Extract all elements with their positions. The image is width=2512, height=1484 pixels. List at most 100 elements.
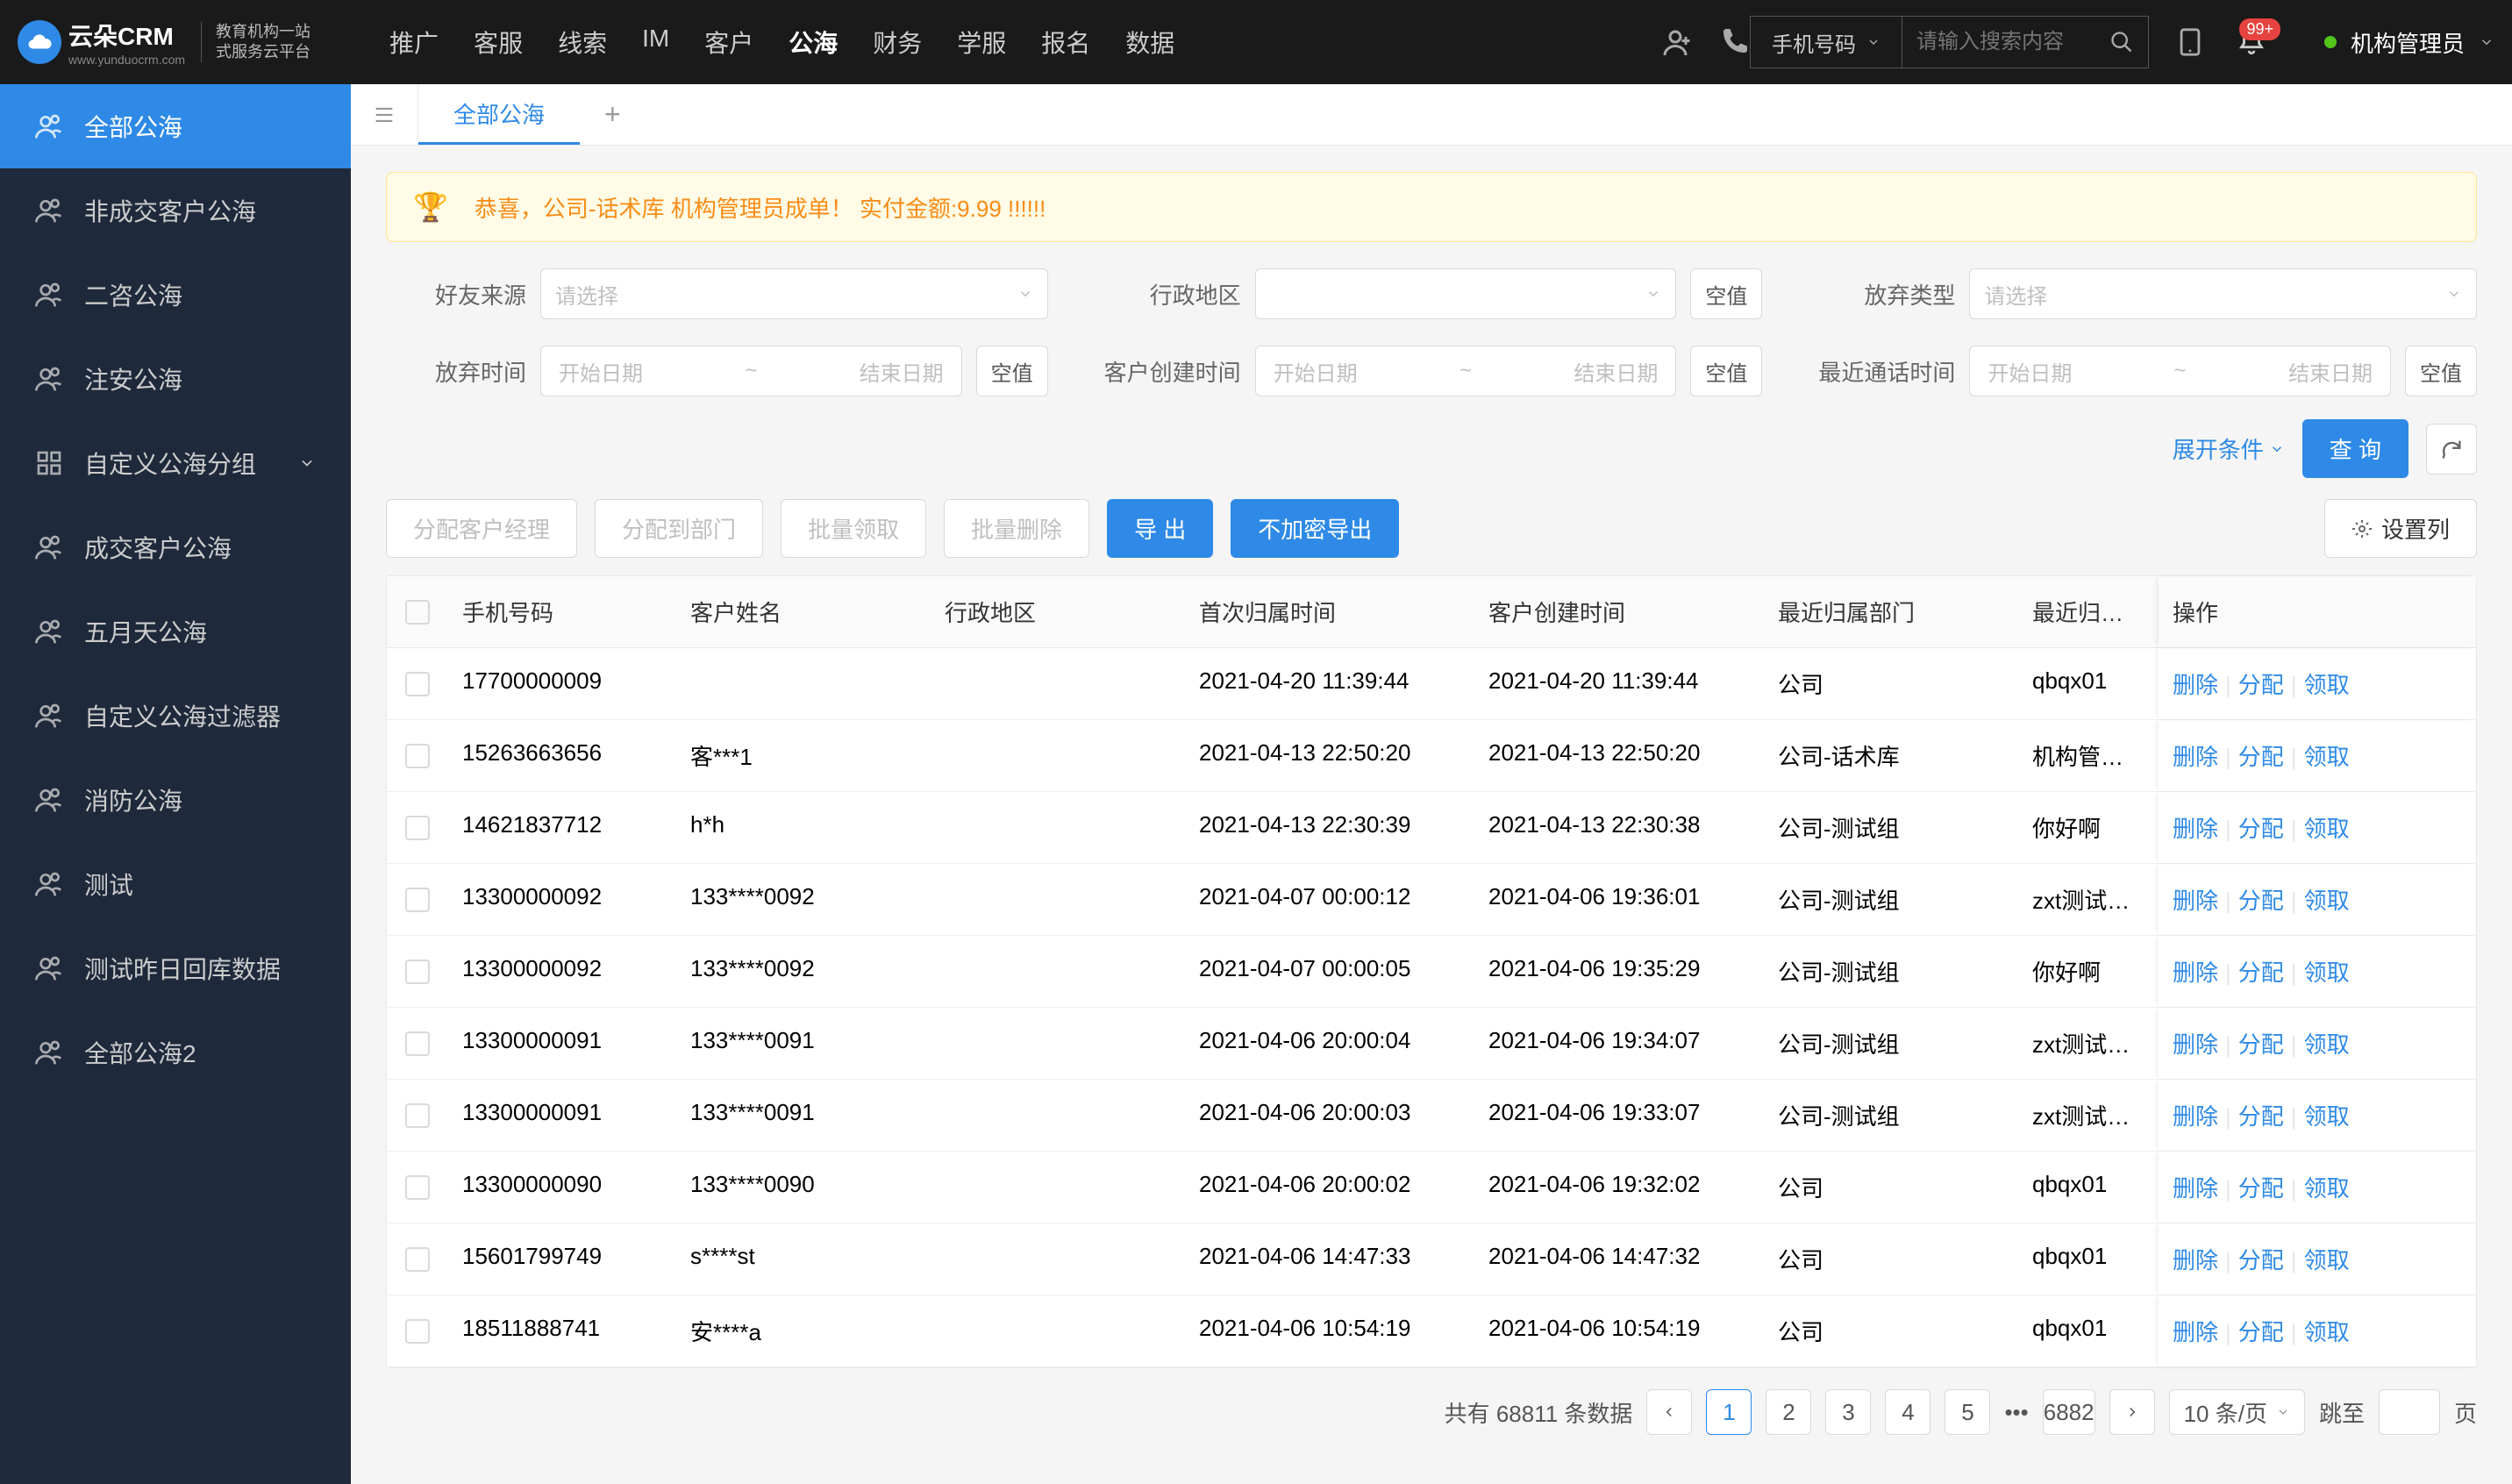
claim-link[interactable]: 领取 [2304,960,2350,986]
assign-manager-button[interactable]: 分配客户经理 [386,499,577,558]
delete-link[interactable]: 删除 [2173,960,2218,986]
row-checkbox[interactable] [405,744,430,768]
assign-link[interactable]: 分配 [2238,672,2284,698]
assign-link[interactable]: 分配 [2238,1103,2284,1130]
nav-item[interactable]: 报名 [1041,25,1090,60]
delete-link[interactable]: 删除 [2173,744,2218,770]
export-button[interactable]: 导 出 [1107,499,1213,558]
page-number[interactable]: 5 [1945,1389,1990,1435]
assign-link[interactable]: 分配 [2238,1247,2284,1274]
column-settings-button[interactable]: 设置列 [2324,499,2477,558]
tablet-icon[interactable] [2175,27,2205,57]
batch-delete-button[interactable]: 批量删除 [944,499,1089,558]
row-checkbox[interactable] [405,1103,430,1128]
assign-dept-button[interactable]: 分配到部门 [595,499,763,558]
tab-all-public[interactable]: 全部公海 [418,84,580,145]
sidebar-item[interactable]: 测试昨日回库数据 [0,926,351,1010]
export-raw-button[interactable]: 不加密导出 [1231,499,1399,558]
assign-link[interactable]: 分配 [2238,1031,2284,1058]
sidebar-item[interactable]: 消防公海 [0,758,351,842]
abandon-time-range[interactable]: 开始日期~结束日期 [540,346,962,396]
nav-item[interactable]: 财务 [873,25,922,60]
row-checkbox[interactable] [405,960,430,984]
delete-link[interactable]: 删除 [2173,1247,2218,1274]
query-button[interactable]: 查 询 [2302,419,2409,478]
claim-link[interactable]: 领取 [2304,672,2350,698]
add-user-icon[interactable] [1662,26,1694,58]
nav-item[interactable]: IM [642,25,669,60]
sidebar-item[interactable]: 全部公海2 [0,1010,351,1095]
delete-link[interactable]: 删除 [2173,1319,2218,1345]
delete-link[interactable]: 删除 [2173,888,2218,914]
page-number[interactable]: 3 [1825,1389,1871,1435]
assign-link[interactable]: 分配 [2238,1319,2284,1345]
create-time-range[interactable]: 开始日期~结束日期 [1255,346,1677,396]
claim-link[interactable]: 领取 [2304,1031,2350,1058]
sidebar-item[interactable]: 五月天公海 [0,589,351,674]
delete-link[interactable]: 删除 [2173,1103,2218,1130]
create-time-null-button[interactable]: 空值 [1690,346,1762,396]
call-time-range[interactable]: 开始日期~结束日期 [1969,346,2391,396]
call-time-null-button[interactable]: 空值 [2405,346,2477,396]
nav-item[interactable]: 客户 [704,25,753,60]
friend-source-select[interactable]: 请选择 [540,268,1048,319]
next-page-button[interactable] [2109,1389,2155,1435]
nav-item[interactable]: 推广 [389,25,439,60]
nav-item[interactable]: 公海 [789,25,838,60]
claim-link[interactable]: 领取 [2304,1103,2350,1130]
row-checkbox[interactable] [405,888,430,912]
logo[interactable]: 云朵CRM www.yunduocrm.com 教育机构一站 式服务云平台 [18,18,337,67]
delete-link[interactable]: 删除 [2173,672,2218,698]
assign-link[interactable]: 分配 [2238,816,2284,842]
notification-bell[interactable]: 99+ [2237,27,2266,57]
assign-link[interactable]: 分配 [2238,1175,2284,1202]
sidebar-item[interactable]: 二咨公海 [0,253,351,337]
claim-link[interactable]: 领取 [2304,744,2350,770]
delete-link[interactable]: 删除 [2173,816,2218,842]
claim-link[interactable]: 领取 [2304,1175,2350,1202]
claim-link[interactable]: 领取 [2304,888,2350,914]
user-menu[interactable]: 机构管理员 [2324,26,2494,59]
jump-page-input[interactable] [2379,1389,2440,1435]
sidebar-item[interactable]: 成交客户公海 [0,505,351,589]
row-checkbox[interactable] [405,1319,430,1344]
sidebar-item[interactable]: 非成交客户公海 [0,168,351,253]
phone-icon[interactable] [1718,26,1750,58]
page-size-select[interactable]: 10 条/页 [2169,1389,2305,1435]
prev-page-button[interactable] [1646,1389,1692,1435]
sidebar-item[interactable]: 全部公海 [0,84,351,168]
sidebar-item[interactable]: 自定义公海分组 [0,421,351,505]
abandon-time-null-button[interactable]: 空值 [976,346,1048,396]
search-type-select[interactable]: 手机号码 [1751,17,1902,68]
tabs-collapse-button[interactable] [351,84,418,145]
row-checkbox[interactable] [405,1031,430,1056]
nav-item[interactable]: 线索 [558,25,607,60]
sidebar-item[interactable]: 测试 [0,842,351,926]
delete-link[interactable]: 删除 [2173,1031,2218,1058]
search-button[interactable] [2095,30,2148,54]
nav-item[interactable]: 数据 [1125,25,1174,60]
tab-add-button[interactable]: + [580,98,646,131]
select-all-checkbox[interactable] [405,600,430,624]
assign-link[interactable]: 分配 [2238,744,2284,770]
assign-link[interactable]: 分配 [2238,960,2284,986]
page-number[interactable]: 4 [1885,1389,1930,1435]
row-checkbox[interactable] [405,1175,430,1200]
page-last[interactable]: 6882 [2043,1389,2095,1435]
nav-item[interactable]: 客服 [474,25,523,60]
batch-claim-button[interactable]: 批量领取 [781,499,926,558]
claim-link[interactable]: 领取 [2304,816,2350,842]
claim-link[interactable]: 领取 [2304,1319,2350,1345]
row-checkbox[interactable] [405,1247,430,1272]
abandon-type-select[interactable]: 请选择 [1969,268,2477,319]
row-checkbox[interactable] [405,672,430,696]
nav-item[interactable]: 学服 [957,25,1006,60]
region-select[interactable] [1255,268,1677,319]
region-null-button[interactable]: 空值 [1690,268,1762,319]
sidebar-item[interactable]: 自定义公海过滤器 [0,674,351,758]
refresh-button[interactable] [2426,424,2477,474]
assign-link[interactable]: 分配 [2238,888,2284,914]
expand-filters-link[interactable]: 展开条件 [2173,432,2285,465]
search-input[interactable] [1902,17,2095,68]
sidebar-item[interactable]: 注安公海 [0,337,351,421]
